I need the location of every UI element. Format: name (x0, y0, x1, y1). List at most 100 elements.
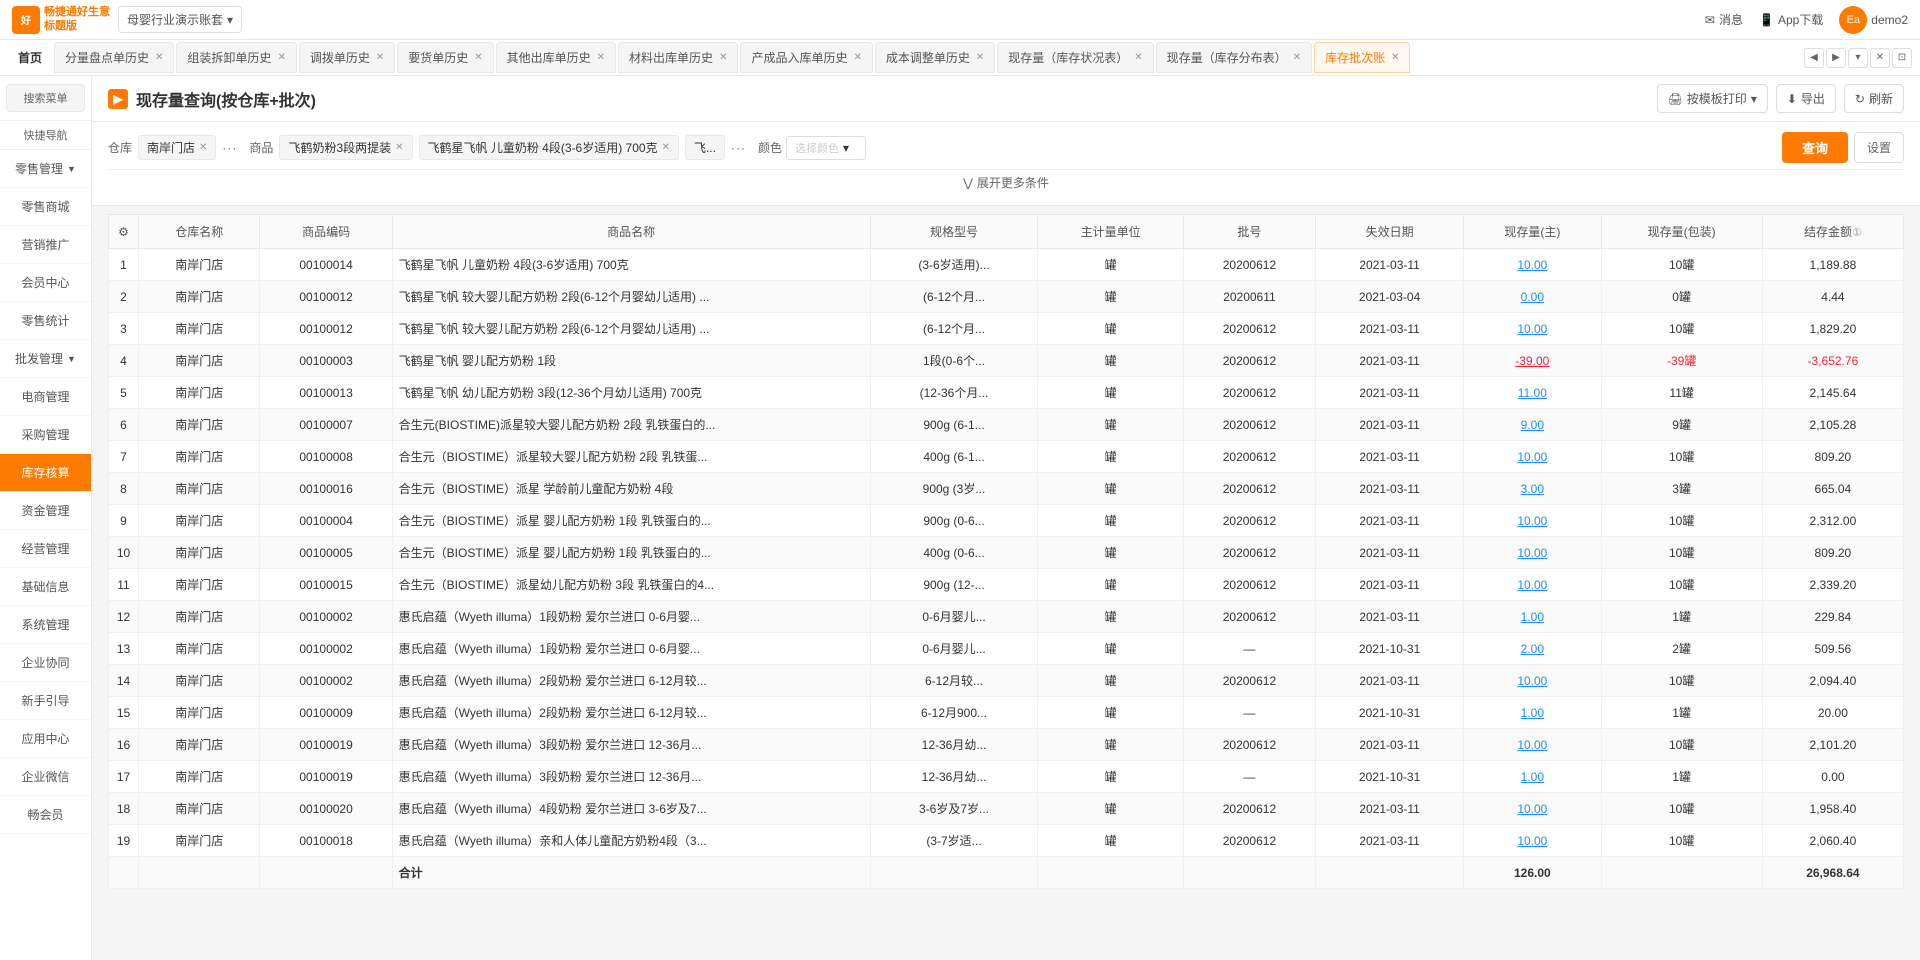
logo-icon: 好 (12, 6, 40, 34)
tab-xianzai-ku[interactable]: 现存量（库存状况表） ✕ (997, 42, 1153, 73)
tab-chanjin-ru[interactable]: 产成品入库单历史 ✕ (740, 42, 872, 73)
avatar: Ea (1839, 6, 1867, 34)
footer-qty: 126.00 (1464, 857, 1601, 889)
tab-home[interactable]: 首页 (8, 43, 52, 72)
sidebar-item-system[interactable]: 系统管理 (0, 606, 91, 644)
col-expire: 失效日期 (1316, 215, 1464, 249)
product-tag1[interactable]: 飞鹤奶粉3段两提装 ✕ (279, 135, 412, 160)
tab-zu-chai[interactable]: 组装拆卸单历史 ✕ (176, 42, 296, 73)
sidebar-item-finance[interactable]: 资金管理 (0, 492, 91, 530)
sidebar-item-wholesale[interactable]: 批发管理▼ (0, 340, 91, 378)
table-row: 18 南岸门店 00100020 惠氏启蕴（Wyeth illuma）4段奶粉 … (109, 793, 1904, 825)
sidebar-item-collab[interactable]: 企业协同 (0, 644, 91, 682)
product-tag2-close[interactable]: ✕ (662, 142, 670, 153)
tab-menu-btn[interactable]: ▾ (1848, 48, 1868, 68)
tab-close-xianzai-fen[interactable]: ✕ (1293, 52, 1301, 63)
tab-fen-pan[interactable]: 分量盘点单历史 ✕ (54, 42, 174, 73)
col-unit: 主计量单位 (1038, 215, 1183, 249)
message-btn[interactable]: ✉ 消息 (1705, 11, 1743, 28)
tab-chengben[interactable]: 成本调整单历史 ✕ (875, 42, 995, 73)
sidebar-search-area: 搜索菜单 (0, 76, 91, 121)
sidebar-item-guide[interactable]: 新手引导 (0, 682, 91, 720)
footer-amount: 26,968.64 (1762, 857, 1903, 889)
chevron-icon: ▼ (67, 164, 76, 174)
expand-conditions-btn[interactable]: ⋁ 展开更多条件 (963, 174, 1049, 191)
export-icon: ⬇ (1787, 92, 1797, 106)
tab-diao-bo[interactable]: 调拨单历史 ✕ (299, 42, 395, 73)
topbar-left: 好 畅捷通好生意 标题版 母婴行业演示账套 ▾ (12, 6, 242, 34)
sidebar-item-retail-shop[interactable]: 零售商城 (0, 188, 91, 226)
sidebar-item-basic[interactable]: 基础信息 (0, 568, 91, 606)
sidebar-item-member[interactable]: 会员中心 (0, 264, 91, 302)
sidebar-quick-nav[interactable]: 快捷导航 (0, 121, 91, 150)
color-dropdown[interactable]: 选择颜色 ▾ (786, 136, 866, 160)
amount-info-icon[interactable]: ① (1852, 227, 1862, 239)
tab-yao-huo[interactable]: 要货单历史 ✕ (397, 42, 493, 73)
sidebar-item-purchase[interactable]: 采购管理 (0, 416, 91, 454)
print-dropdown-icon[interactable]: ▾ (1751, 92, 1757, 106)
tab-close-zu-chai[interactable]: ✕ (277, 52, 285, 63)
sidebar-item-retail[interactable]: 零售管理▼ (0, 150, 91, 188)
tab-next-btn[interactable]: ▶ (1826, 48, 1846, 68)
refresh-btn[interactable]: ↻ 刷新 (1844, 84, 1904, 113)
table-row: 17 南岸门店 00100019 惠氏启蕴（Wyeth illuma）3段奶粉 … (109, 761, 1904, 793)
product-tag1-close[interactable]: ✕ (395, 142, 403, 153)
tab-close-xianzai-ku[interactable]: ✕ (1134, 52, 1142, 63)
warehouse-tag[interactable]: 南岸门店 ✕ (138, 135, 216, 160)
tab-close-qita-chu[interactable]: ✕ (597, 52, 605, 63)
sidebar-item-stats[interactable]: 零售统计 (0, 302, 91, 340)
search-menu-btn[interactable]: 搜索菜单 (6, 84, 85, 112)
product-more[interactable]: ··· (731, 141, 746, 155)
col-gear: ⚙ (109, 215, 139, 249)
gear-icon[interactable]: ⚙ (118, 225, 129, 239)
expand-conditions-row: ⋁ 展开更多条件 (108, 169, 1904, 195)
user-menu[interactable]: Ea demo2 (1839, 6, 1908, 34)
search-panel: 仓库 南岸门店 ✕ ··· 商品 飞鹤奶粉3段两提装 ✕ 飞鹤星飞帆 儿童奶粉 … (92, 122, 1920, 206)
logo-text: 畅捷通好生意 标题版 (44, 6, 110, 32)
refresh-icon: ↻ (1855, 92, 1865, 106)
tab-close-cailiao-chu[interactable]: ✕ (719, 52, 727, 63)
table-row: 6 南岸门店 00100007 合生元(BIOSTIME)派星较大婴儿配方奶粉 … (109, 409, 1904, 441)
tab-close-kucun-pi[interactable]: ✕ (1391, 52, 1399, 63)
warehouse-tag-close[interactable]: ✕ (199, 142, 207, 153)
warehouse-more[interactable]: ··· (222, 141, 237, 155)
product-tag3[interactable]: 飞... (685, 135, 725, 160)
col-warehouse: 仓库名称 (139, 215, 260, 249)
print-btn[interactable]: 🖨 按模板打印 ▾ (1657, 84, 1768, 113)
account-selector[interactable]: 母婴行业演示账套 ▾ (118, 6, 242, 33)
export-btn[interactable]: ⬇ 导出 (1776, 84, 1836, 113)
tab-close-chanjin-ru[interactable]: ✕ (853, 52, 861, 63)
product-tag2[interactable]: 飞鹤星飞帆 儿童奶粉 4段(3-6岁适用) 700克 ✕ (419, 135, 679, 160)
tab-close-all-btn[interactable]: ✕ (1870, 48, 1890, 68)
chevron-down-icon4: ⋁ (963, 176, 973, 190)
table-footer-row: 合计 126.00 26,968.64 (109, 857, 1904, 889)
table-row: 12 南岸门店 00100002 惠氏启蕴（Wyeth illuma）1段奶粉 … (109, 601, 1904, 633)
tab-xianzai-fen[interactable]: 现存量（库存分布表） ✕ (1156, 42, 1312, 73)
sidebar-item-inventory[interactable]: 库存核算 (0, 454, 91, 492)
sidebar-item-ecom[interactable]: 电商管理 (0, 378, 91, 416)
settings-btn[interactable]: 设置 (1854, 132, 1904, 163)
tab-close-fen-pan[interactable]: ✕ (155, 52, 163, 63)
sidebar-item-ops[interactable]: 经营管理 (0, 530, 91, 568)
sidebar-item-member2[interactable]: 畅会员 (0, 796, 91, 834)
tab-cailiao-chu[interactable]: 材料出库单历史 ✕ (618, 42, 738, 73)
inventory-table: ⚙ 仓库名称 商品编码 商品名称 规格型号 主计量单位 批号 失效日期 现存量(… (108, 214, 1904, 889)
tab-prev-btn[interactable]: ◀ (1804, 48, 1824, 68)
query-btn[interactable]: 查询 (1782, 132, 1848, 163)
message-icon: ✉ (1705, 13, 1715, 27)
tab-restore-btn[interactable]: ⊡ (1892, 48, 1912, 68)
topbar-right: ✉ 消息 📱 App下载 Ea demo2 (1705, 6, 1908, 34)
sidebar-item-wechat[interactable]: 企业微信 (0, 758, 91, 796)
sidebar-item-marketing[interactable]: 营销推广 (0, 226, 91, 264)
tab-close-chengben[interactable]: ✕ (976, 52, 984, 63)
table-row: 15 南岸门店 00100009 惠氏启蕴（Wyeth illuma）2段奶粉 … (109, 697, 1904, 729)
table-row: 2 南岸门店 00100012 飞鹤星飞帆 较大婴儿配方奶粉 2段(6-12个月… (109, 281, 1904, 313)
tab-kucun-pi[interactable]: 库存批次账 ✕ (1314, 42, 1410, 73)
expand-panel-btn[interactable]: ▶ (108, 89, 128, 109)
chevron-down-icon3: ▾ (843, 141, 849, 155)
tab-close-diao-bo[interactable]: ✕ (376, 52, 384, 63)
tab-close-yao-huo[interactable]: ✕ (474, 52, 482, 63)
sidebar-item-app[interactable]: 应用中心 (0, 720, 91, 758)
app-download-btn[interactable]: 📱 App下载 (1759, 11, 1823, 28)
tab-qita-chu[interactable]: 其他出库单历史 ✕ (496, 42, 616, 73)
